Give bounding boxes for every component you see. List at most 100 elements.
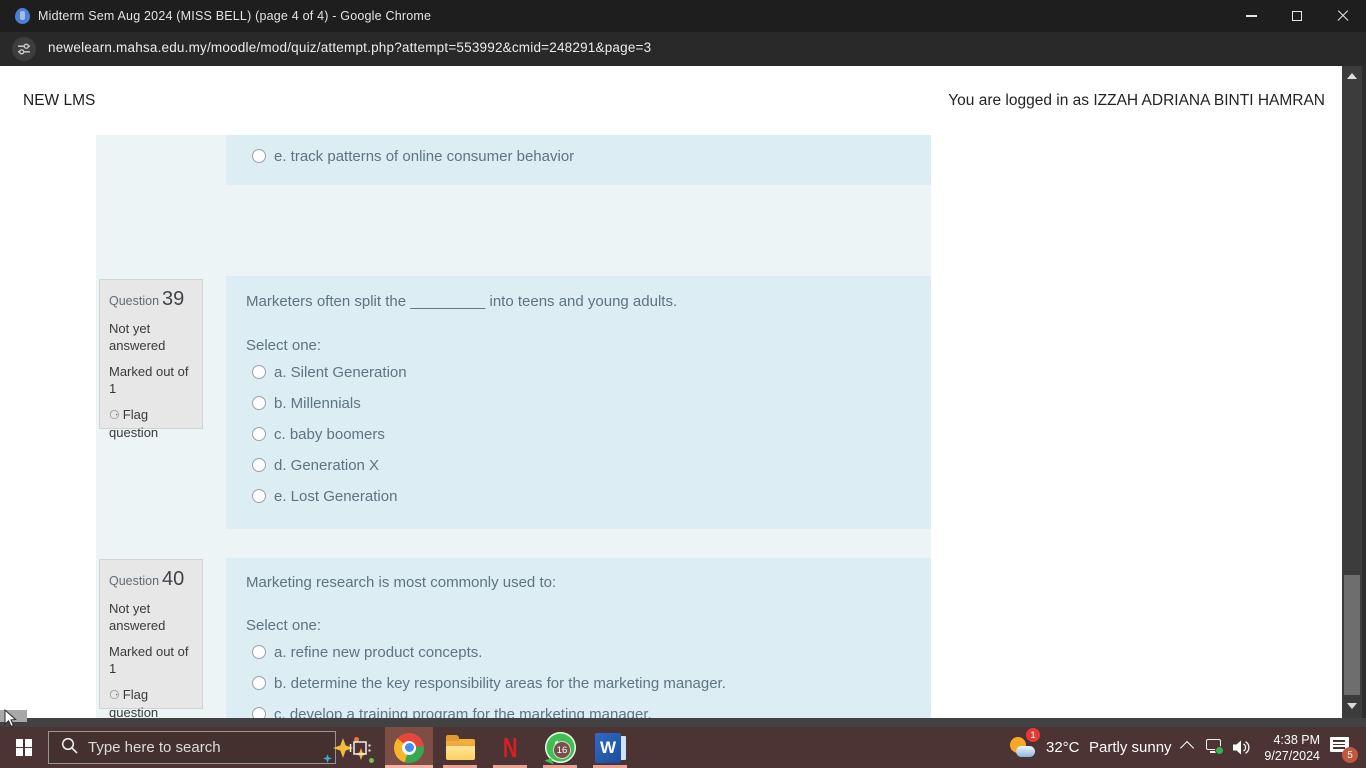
question-38-content-partial: e. track patterns of online consumer beh… — [226, 135, 931, 185]
screen: Midterm Sem Aug 2024 (MISS BELL) (page 4… — [0, 0, 1366, 768]
clock-time: 4:38 PM — [1273, 732, 1320, 747]
option-label[interactable]: a. Silent Generation — [266, 363, 407, 382]
scroll-down-button[interactable] — [1342, 698, 1362, 714]
radio-button[interactable] — [252, 676, 266, 690]
option-label[interactable]: d. Generation X — [266, 456, 379, 475]
taskbar: Type here to search N 16 W 1 32°C Partly… — [0, 727, 1366, 768]
question-39-content: Marketers often split the _________ into… — [226, 276, 931, 529]
weather-badge: 1 — [1026, 728, 1040, 742]
question-39-info-box: Question 39 Not yet answered Marked out o… — [99, 279, 203, 440]
brand-link[interactable]: NEW LMS — [23, 92, 95, 110]
task-view-icon — [349, 740, 371, 755]
start-button[interactable] — [0, 727, 48, 768]
maximize-button[interactable] — [1274, 0, 1320, 32]
window-titlebar: Midterm Sem Aug 2024 (MISS BELL) (page 4… — [0, 0, 1366, 32]
taskbar-file-explorer-button[interactable] — [436, 727, 484, 768]
cloud-icon — [1016, 746, 1035, 757]
scrollbar-thumb[interactable] — [1344, 575, 1360, 695]
flag-icon: ⚆ — [109, 408, 120, 422]
file-explorer-icon — [445, 734, 475, 760]
options-list: a. Silent Generation b. Millennials c. b… — [246, 363, 911, 507]
question-text: Marketing research is most commonly used… — [246, 574, 557, 591]
taskbar-word-button[interactable]: W — [586, 727, 634, 768]
question-label: Question — [109, 294, 160, 308]
answer-option[interactable]: e. Lost Generation — [246, 487, 911, 507]
question-number: 39 — [162, 288, 185, 310]
chrome-icon — [394, 732, 424, 763]
radio-button[interactable] — [252, 458, 266, 472]
windows-logo-icon — [15, 739, 33, 756]
taskbar-clock[interactable]: 4:38 PM 9/27/2024 — [1256, 731, 1322, 764]
whatsapp-unread-badge: 16 — [553, 741, 571, 759]
option-label[interactable]: b. determine the key responsibility area… — [266, 674, 726, 693]
option-label[interactable]: e. track patterns of online consumer beh… — [266, 147, 574, 166]
radio-button[interactable] — [252, 396, 266, 410]
close-button[interactable] — [1320, 0, 1366, 32]
clock-date: 9/27/2024 — [1264, 748, 1320, 763]
speaker-icon[interactable] — [1232, 739, 1251, 761]
network-status-icon[interactable] — [1206, 738, 1226, 756]
maximize-icon — [1292, 11, 1302, 21]
weather-temperature[interactable]: 32°C — [1046, 739, 1080, 756]
answer-option[interactable]: a. refine new product concepts. — [246, 643, 911, 663]
window-title: Midterm Sem Aug 2024 (MISS BELL) (page 4… — [38, 9, 432, 23]
select-one-label: Select one: — [246, 337, 322, 354]
weather-widget[interactable]: 1 — [1010, 728, 1040, 761]
task-view-button[interactable] — [340, 727, 380, 768]
window-right-edge — [1362, 66, 1366, 718]
flag-question-link[interactable]: ⚆ Flag question — [109, 406, 193, 441]
question-status: Not yet answered — [109, 601, 166, 633]
select-one-label: Select one: — [246, 617, 322, 634]
search-placeholder: Type here to search — [88, 739, 221, 756]
window-bottom-strip — [0, 718, 1366, 727]
weather-description[interactable]: Partly sunny — [1089, 739, 1172, 756]
minimize-icon — [1245, 15, 1257, 17]
minimize-button[interactable] — [1228, 0, 1274, 32]
scroll-up-icon — [1347, 73, 1357, 79]
login-status: You are logged in as IZZAH ADRIANA BINTI… — [948, 91, 1325, 109]
page-url[interactable]: newelearn.mahsa.edu.my/moodle/mod/quiz/a… — [48, 40, 651, 55]
radio-button[interactable] — [252, 427, 266, 441]
radio-button[interactable] — [252, 149, 266, 163]
answer-option[interactable]: b. determine the key responsibility area… — [246, 674, 911, 694]
taskbar-netflix-button[interactable]: N — [486, 727, 534, 768]
page-favicon-icon — [15, 8, 30, 24]
notification-count-badge: 5 — [1342, 747, 1358, 763]
scroll-down-icon — [1347, 703, 1357, 709]
question-label: Question — [109, 574, 160, 588]
site-settings-tune-icon[interactable] — [12, 37, 36, 61]
radio-button[interactable] — [252, 365, 266, 379]
word-icon: W — [593, 732, 627, 763]
quiz-column: e. track patterns of online consumer beh… — [96, 135, 931, 768]
option-label[interactable]: e. Lost Generation — [266, 487, 397, 506]
answer-option[interactable]: b. Millennials — [246, 394, 911, 414]
question-status: Not yet answered — [109, 321, 166, 353]
lms-header: NEW LMS You are logged in as IZZAH ADRIA… — [0, 66, 1342, 135]
option-label[interactable]: b. Millennials — [266, 394, 361, 413]
radio-button[interactable] — [252, 645, 266, 659]
netflix-icon: N — [502, 731, 518, 763]
url-bar[interactable]: newelearn.mahsa.edu.my/moodle/mod/quiz/a… — [0, 32, 1366, 66]
flag-question-link[interactable]: ⚆ Flag question — [109, 686, 193, 721]
option-label[interactable]: c. baby boomers — [266, 425, 385, 444]
question-text: Marketers often split the _________ into… — [246, 293, 678, 310]
taskbar-chrome-button[interactable] — [385, 727, 433, 768]
flag-icon: ⚆ — [109, 688, 120, 702]
answer-option[interactable]: d. Generation X — [246, 456, 911, 476]
answer-option[interactable]: a. Silent Generation — [246, 363, 911, 383]
close-icon — [1337, 10, 1349, 22]
question-marks: Marked out of 1 — [109, 364, 189, 396]
question-marks: Marked out of 1 — [109, 644, 189, 676]
browser-viewport: NEW LMS You are logged in as IZZAH ADRIA… — [0, 66, 1342, 768]
question-number: 40 — [162, 568, 185, 590]
answer-option[interactable]: c. baby boomers — [246, 425, 911, 445]
answer-option[interactable]: e. track patterns of online consumer beh… — [246, 147, 911, 167]
radio-button[interactable] — [252, 489, 266, 503]
taskbar-search-box[interactable]: Type here to search — [48, 731, 374, 764]
show-hidden-icons-chevron[interactable] — [1179, 740, 1195, 756]
option-label[interactable]: a. refine new product concepts. — [266, 643, 482, 662]
vertical-scrollbar[interactable] — [1342, 66, 1362, 718]
scroll-up-button[interactable] — [1342, 68, 1362, 84]
question-40-info-box: Question 40 Not yet answered Marked out o… — [99, 559, 203, 720]
search-icon — [61, 737, 78, 759]
